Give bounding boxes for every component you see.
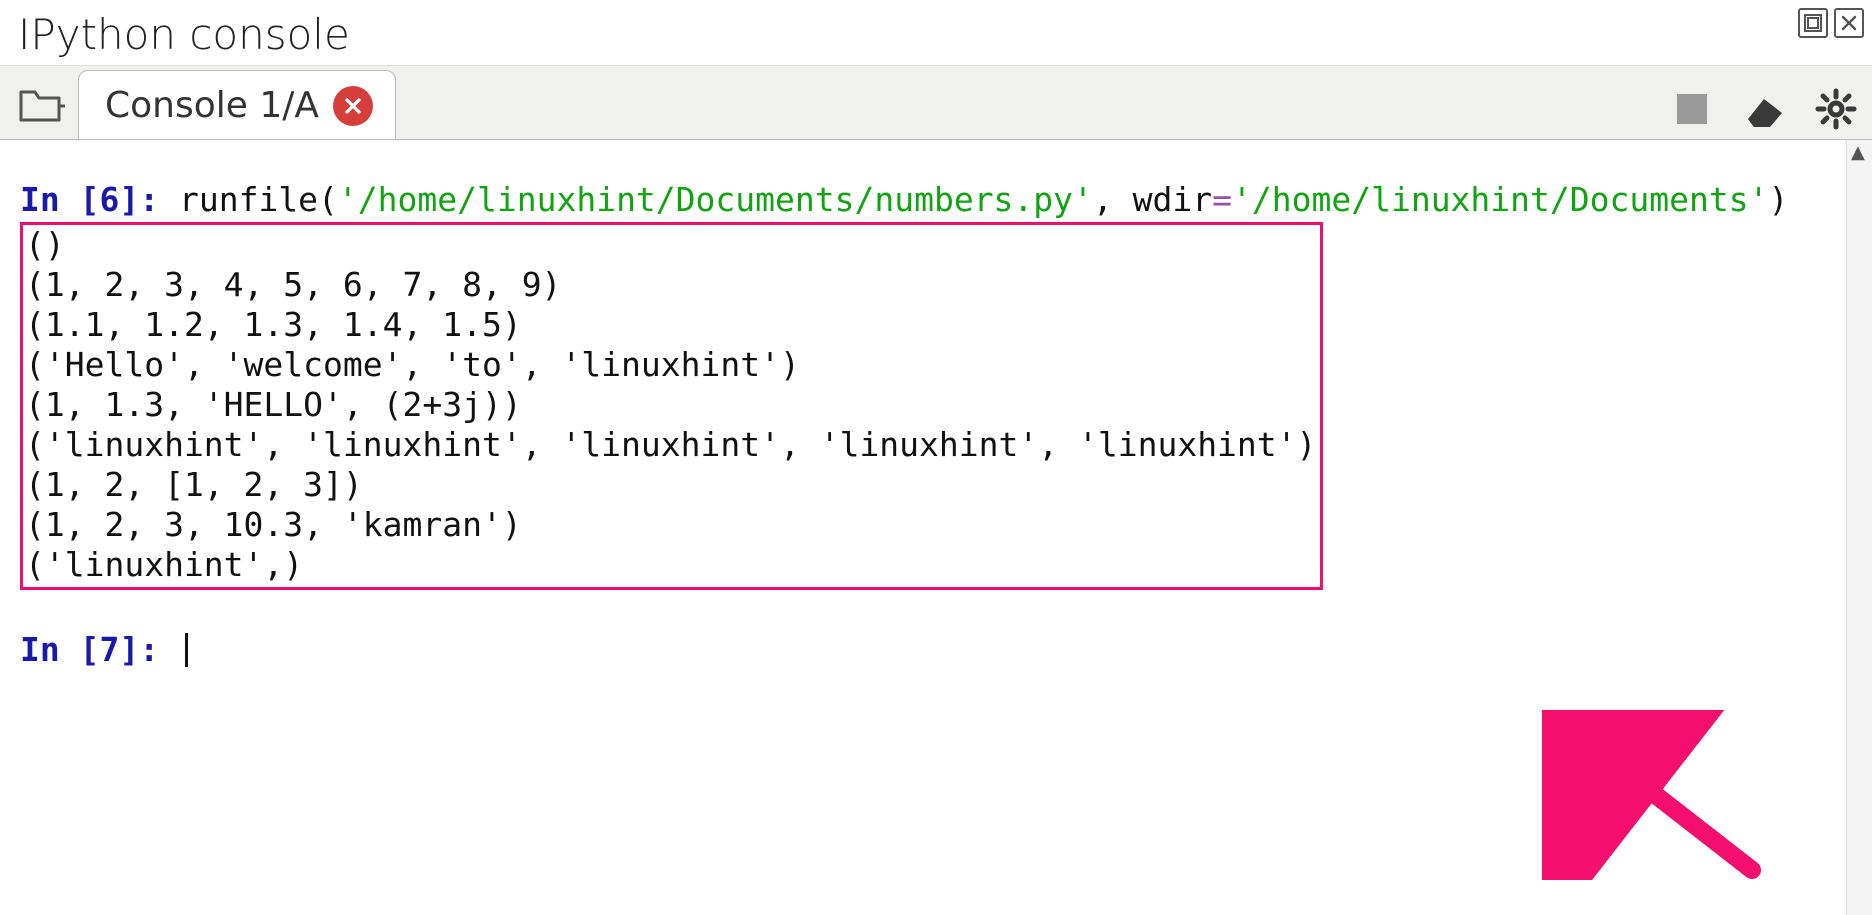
options-button[interactable] [1814, 87, 1858, 131]
close-tab-button[interactable] [333, 86, 373, 126]
output-line: () [25, 225, 65, 264]
kwarg-val: '/home/linuxhint/Documents' [1232, 180, 1768, 219]
kwarg-name: wdir [1133, 180, 1212, 219]
close-paren: ) [1768, 180, 1788, 219]
in-prompt-label: In [ [20, 180, 99, 219]
output-line: (1, 1.3, 'HELLO', (2+3j)) [25, 385, 522, 424]
eraser-icon [1742, 89, 1786, 129]
close-pane-icon[interactable] [1834, 8, 1864, 38]
browse-tabs-button[interactable] [14, 77, 70, 133]
text-cursor [185, 633, 188, 667]
output-line: (1.1, 1.2, 1.3, 1.4, 1.5) [25, 305, 522, 344]
call-fn: runfile [179, 180, 318, 219]
maximize-pane-icon[interactable] [1798, 8, 1828, 38]
equals: = [1212, 180, 1232, 219]
next-prompt-label: In [ [20, 630, 99, 669]
clear-console-button[interactable] [1742, 87, 1786, 131]
scroll-up-icon[interactable]: ▲ [1851, 142, 1865, 163]
comma: , [1093, 180, 1133, 219]
close-icon [343, 96, 363, 116]
open-paren: ( [318, 180, 338, 219]
tab-bar: Console 1/A [0, 65, 1872, 139]
output-line: ('Hello', 'welcome', 'to', 'linuxhint') [25, 345, 800, 384]
output-line: ('linuxhint', 'linuxhint', 'linuxhint', … [25, 425, 1316, 464]
output-line: ('linuxhint',) [25, 545, 303, 584]
pane-title: IPython console [0, 0, 1872, 65]
console-output-area[interactable]: In [6]: runfile('/home/linuxhint/Documen… [0, 140, 1846, 915]
vertical-scrollbar[interactable]: ▲ [1846, 140, 1872, 915]
output-line: (1, 2, 3, 10.3, 'kamran') [25, 505, 522, 544]
next-prompt-suffix: ]: [119, 630, 179, 669]
folder-icon [19, 86, 65, 124]
in-prompt-number: 6 [99, 180, 119, 219]
output-line: (1, 2, 3, 4, 5, 6, 7, 8, 9) [25, 265, 561, 304]
tab-label: Console 1/A [105, 85, 319, 126]
output-line: (1, 2, [1, 2, 3]) [25, 465, 363, 504]
stop-icon [1677, 94, 1707, 124]
tab-console-1a[interactable]: Console 1/A [78, 70, 396, 140]
arg-path: '/home/linuxhint/Documents/numbers.py' [338, 180, 1093, 219]
next-prompt-number: 7 [99, 630, 119, 669]
highlight-box: () (1, 2, 3, 4, 5, 6, 7, 8, 9) (1.1, 1.2… [20, 222, 1323, 590]
interrupt-kernel-button[interactable] [1670, 87, 1714, 131]
gear-icon [1815, 88, 1857, 130]
in-prompt-suffix: ]: [119, 180, 179, 219]
